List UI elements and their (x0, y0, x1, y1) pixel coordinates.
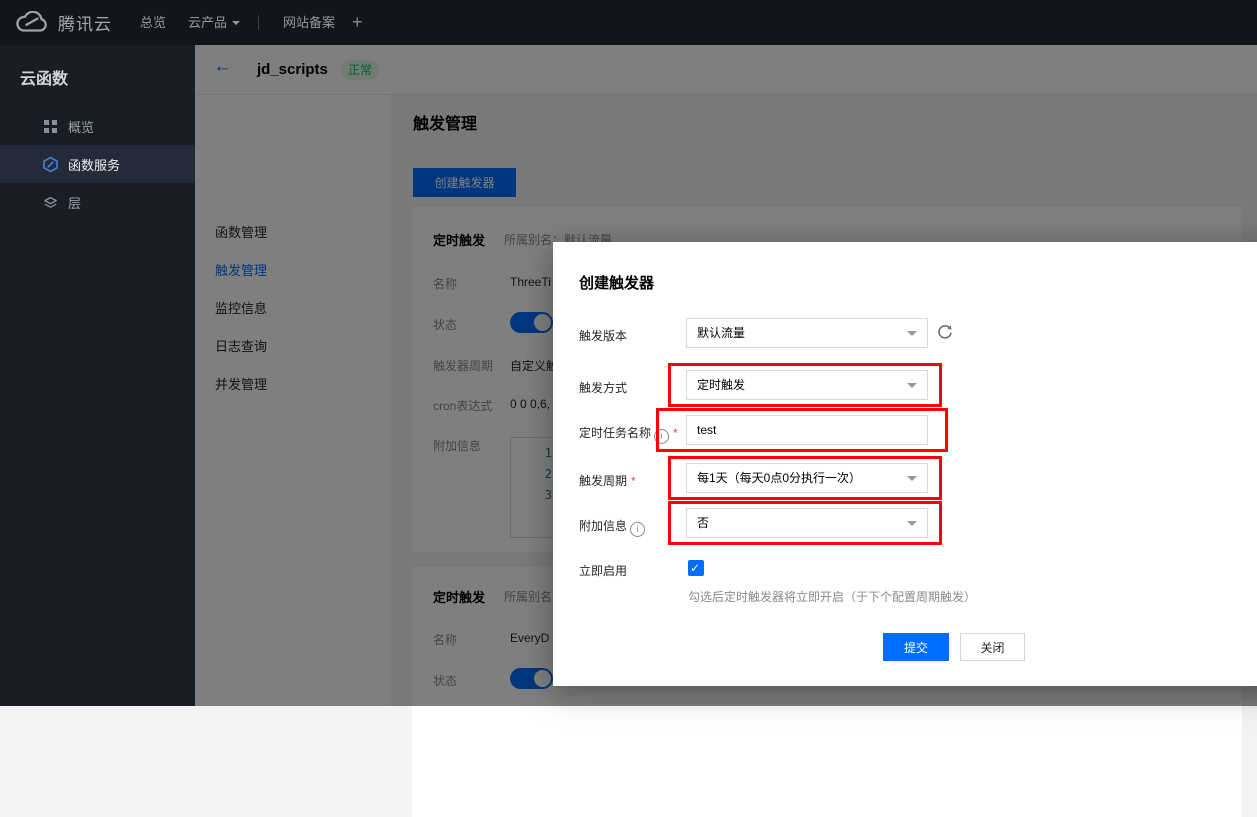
tencent-cloud-logo-icon (14, 11, 50, 35)
submit-button[interactable]: 提交 (883, 633, 949, 661)
add-tab-icon[interactable]: + (352, 0, 363, 45)
chevron-down-icon (907, 476, 917, 481)
trigger-mode-select[interactable]: 定时触发 (686, 370, 928, 400)
chevron-down-icon (907, 331, 917, 336)
brand-text: 腾讯云 (58, 10, 112, 35)
grid-icon (44, 120, 57, 133)
nav-divider (258, 15, 259, 30)
enable-now-checkbox-checked[interactable] (688, 560, 704, 576)
timer-task-name-input[interactable] (686, 415, 928, 445)
trigger-period-select[interactable]: 每1天（每天0点0分执行一次） (686, 463, 928, 493)
sidebar-title: 云函数 (0, 45, 195, 107)
required-marker: * (631, 474, 636, 488)
function-hexagon-icon (42, 156, 59, 173)
create-trigger-dialog: 创建触发器 触发版本 默认流量 触发方式 定时触发 定时任务名称* 触发周期* … (553, 242, 1257, 686)
dialog-title: 创建触发器 (579, 272, 654, 293)
top-navbar: 腾讯云 总览 云产品 网站备案 + (0, 0, 1257, 45)
product-sidebar: 云函数 概览 函数服务 层 (0, 45, 195, 706)
trigger-mode-value: 定时触发 (697, 378, 745, 392)
sidebar-item-label: 函数服务 (68, 155, 120, 174)
close-button[interactable]: 关闭 (960, 633, 1025, 661)
chevron-down-icon (232, 21, 240, 25)
sidebar-item-overview[interactable]: 概览 (0, 107, 195, 145)
trigger-period-value: 每1天（每天0点0分执行一次） (697, 471, 861, 485)
info-icon[interactable] (630, 522, 645, 537)
sidebar-item-layers[interactable]: 层 (0, 183, 195, 221)
timer-task-name-label: 定时任务名称 * (579, 424, 678, 444)
tencent-cloud-brand[interactable]: 腾讯云 (14, 0, 112, 45)
extra-info-value: 否 (697, 516, 709, 530)
info-icon[interactable] (654, 429, 669, 444)
extra-info-label: 附加信息 (579, 517, 645, 537)
sidebar-item-label: 概览 (68, 117, 94, 136)
refresh-icon[interactable] (937, 324, 953, 340)
trigger-version-select[interactable]: 默认流量 (686, 318, 928, 348)
sidebar-item-function-service[interactable]: 函数服务 (0, 145, 195, 183)
nav-icp-filing[interactable]: 网站备案 (283, 0, 335, 45)
nav-overview[interactable]: 总览 (140, 0, 166, 45)
trigger-version-label: 触发版本 (579, 327, 627, 344)
layers-icon (43, 195, 58, 210)
sidebar-item-label: 层 (68, 193, 81, 212)
nav-cloud-products-label: 云产品 (188, 15, 227, 30)
trigger-mode-label: 触发方式 (579, 379, 627, 396)
enable-now-label: 立即启用 (579, 562, 627, 579)
nav-cloud-products[interactable]: 云产品 (188, 0, 240, 45)
extra-info-select[interactable]: 否 (686, 508, 928, 538)
timer-task-name-text: 定时任务名称 (579, 426, 651, 440)
trigger-period-label: 触发周期 * (579, 472, 636, 489)
required-marker: * (673, 426, 678, 440)
trigger-version-value: 默认流量 (697, 326, 745, 340)
extra-info-text: 附加信息 (579, 519, 627, 533)
chevron-down-icon (907, 521, 917, 526)
chevron-down-icon (907, 383, 917, 388)
enable-now-helper-text: 勾选后定时触发器将立即开启（于下个配置周期触发） (688, 588, 976, 605)
trigger-period-text: 触发周期 (579, 474, 627, 488)
